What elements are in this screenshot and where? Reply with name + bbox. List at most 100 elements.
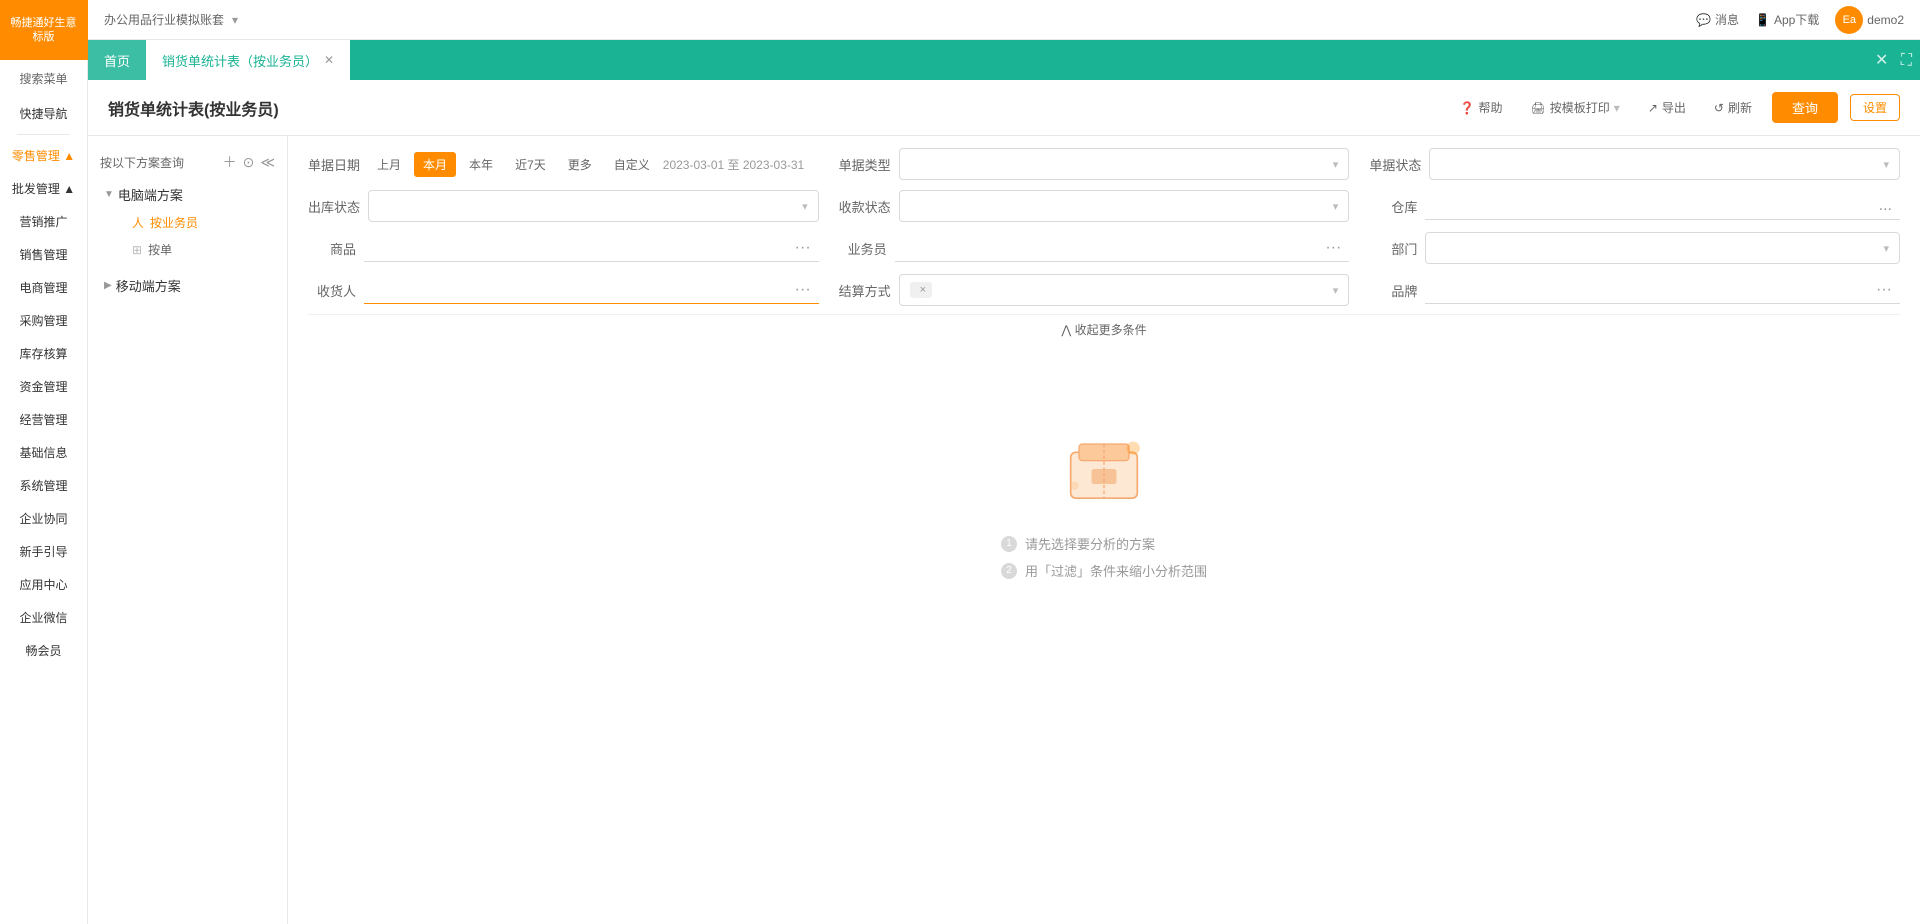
tab-maximize-btn[interactable]: ✕ ⛶ xyxy=(1875,50,1912,70)
warehouse-input[interactable] xyxy=(1433,198,1874,213)
tree-item-by-order[interactable]: ⊞ 按单 xyxy=(124,236,279,263)
content-layout: 按以下方案查询 ＋ ⊙ ≪ ▼ 电脑端方案 人 按业 xyxy=(88,136,1920,924)
tip-num-1: 1 xyxy=(1001,536,1017,552)
sidebar-search[interactable]: 按业务员 搜索菜单 xyxy=(0,60,87,97)
filter-paymentstatus-cell: 收款状态 ▾ xyxy=(839,190,1370,222)
warehouse-ellipsis-icon[interactable]: ... xyxy=(1879,197,1892,215)
collapse-panel-icon[interactable]: ≪ xyxy=(260,154,275,171)
page-actions: ❓ 帮助 🖨 按模板打印 ▾ ↗ 导出 ↺ 刷新 查询 设置 xyxy=(1452,92,1900,123)
add-scheme-icon[interactable]: ＋ xyxy=(223,152,237,172)
sidebar-item-retail[interactable]: 零售管理 ▲ xyxy=(0,139,87,172)
outstatus-chevron: ▾ xyxy=(802,200,808,213)
date-btn-this-year[interactable]: 本年 xyxy=(460,152,502,177)
empty-tip-2: 2 用「过滤」条件来缩小分析范围 xyxy=(1001,561,1207,580)
goods-input[interactable] xyxy=(372,240,791,255)
sidebar-item-appstore[interactable]: 应用中心 xyxy=(0,568,87,601)
collapse-bar[interactable]: ⋀ 收起更多条件 xyxy=(308,314,1900,344)
date-btn-last-month[interactable]: 上月 xyxy=(368,152,410,177)
industry-label: 办公用品行业模拟账套 xyxy=(104,11,224,28)
sidebar-item-finance[interactable]: 资金管理 xyxy=(0,370,87,403)
settings-button[interactable]: 设置 xyxy=(1850,94,1900,121)
date-range-display: 2023-03-01 至 2023-03-31 xyxy=(663,156,804,173)
sidebar-item-enterprise[interactable]: 企业协同 xyxy=(0,502,87,535)
department-chevron: ▾ xyxy=(1883,242,1889,255)
settlement-tag: × xyxy=(910,282,932,298)
tree-desktop-section[interactable]: ▼ 电脑端方案 xyxy=(96,180,279,209)
outstatus-select[interactable]: ▾ xyxy=(368,190,819,222)
doctype-chevron: ▾ xyxy=(1333,158,1339,171)
tab-home-label: 首页 xyxy=(104,51,130,70)
warehouse-label: 仓库 xyxy=(1369,197,1425,216)
sidebar-item-quicknav[interactable]: 快捷导航 xyxy=(0,97,87,130)
department-label: 部门 xyxy=(1369,239,1425,258)
tree-arrow-icon: ▼ xyxy=(104,189,114,200)
print-btn[interactable]: 🖨 按模板打印 ▾ xyxy=(1523,95,1628,120)
user-avatar: Ea xyxy=(1835,6,1863,34)
department-select[interactable]: ▾ xyxy=(1425,232,1900,264)
export-icon: ↗ xyxy=(1648,101,1658,115)
filter-salesperson-cell: 业务员 ··· xyxy=(839,232,1370,264)
messages-btn[interactable]: 💬 消息 xyxy=(1696,11,1739,28)
left-panel-icons: ＋ ⊙ ≪ xyxy=(223,152,275,172)
date-btn-custom[interactable]: 自定义 xyxy=(605,152,659,177)
sidebar-item-newbie[interactable]: 新手引导 xyxy=(0,535,87,568)
consignee-input[interactable] xyxy=(372,282,791,297)
sidebar-item-wholesale[interactable]: 批发管理 ▲ xyxy=(0,172,87,205)
sidebar-item-marketing[interactable]: 营销推广 xyxy=(0,205,87,238)
salesperson-input[interactable] xyxy=(903,240,1322,255)
refresh-btn[interactable]: ↺ 刷新 xyxy=(1706,95,1760,120)
sidebar-item-inventory[interactable]: 库存核算 xyxy=(0,337,87,370)
help-btn[interactable]: ❓ 帮助 xyxy=(1452,95,1511,120)
tab-sales-stat[interactable]: 销货单统计表（按业务员） ✕ xyxy=(146,40,350,80)
consignee-input-wrap: ··· xyxy=(364,277,819,304)
date-label: 单据日期 xyxy=(308,155,368,174)
sidebar-item-basic[interactable]: 基础信息 xyxy=(0,436,87,469)
sidebar-item-wechat[interactable]: 企业微信 xyxy=(0,601,87,634)
tip-num-2: 2 xyxy=(1001,563,1017,579)
docstatus-select[interactable]: ▾ xyxy=(1429,148,1900,180)
doctype-select[interactable]: ▾ xyxy=(899,148,1350,180)
sidebar-item-member[interactable]: 畅会员 xyxy=(0,634,87,667)
goods-ellipsis-icon[interactable]: ··· xyxy=(795,239,811,257)
sidebar-item-purchase[interactable]: 采购管理 xyxy=(0,304,87,337)
filter-settlement-cell: 结算方式 × ▾ xyxy=(839,274,1370,306)
app-download-btn[interactable]: 📱 App下载 xyxy=(1755,11,1819,28)
paymentstatus-label: 收款状态 xyxy=(839,197,899,216)
tab-close-icon[interactable]: ✕ xyxy=(324,53,334,67)
sidebar-item-sales[interactable]: 销售管理 xyxy=(0,238,87,271)
query-button[interactable]: 查询 xyxy=(1772,92,1838,123)
salesperson-ellipsis-icon[interactable]: ··· xyxy=(1325,239,1341,257)
docstatus-label: 单据状态 xyxy=(1369,155,1429,174)
settlement-tag-close[interactable]: × xyxy=(920,284,926,296)
date-btn-this-month[interactable]: 本月 xyxy=(414,152,456,177)
date-btn-7days[interactable]: 近7天 xyxy=(506,152,555,177)
brand-ellipsis-icon[interactable]: ··· xyxy=(1876,281,1892,299)
salesperson-input-wrap: ··· xyxy=(895,235,1350,262)
sidebar-item-operations[interactable]: 经营管理 xyxy=(0,403,87,436)
settlement-select[interactable]: × ▾ xyxy=(899,274,1350,306)
edit-scheme-icon[interactable]: ⊙ xyxy=(243,154,255,171)
filter-docstatus-cell: 单据状态 ▾ xyxy=(1369,148,1900,180)
industry-dropdown-icon[interactable]: ▾ xyxy=(232,13,238,27)
maximize-icon[interactable]: ⛶ xyxy=(1901,52,1912,69)
user-menu[interactable]: Ea demo2 xyxy=(1835,6,1904,34)
date-btn-more[interactable]: 更多 xyxy=(559,152,601,177)
consignee-ellipsis-icon[interactable]: ··· xyxy=(795,281,811,299)
tree-mobile-label: 移动端方案 xyxy=(116,276,181,295)
export-btn[interactable]: ↗ 导出 xyxy=(1640,95,1694,120)
sidebar-item-ecommerce[interactable]: 电商管理 xyxy=(0,271,87,304)
tree-mobile-section[interactable]: ▶ 移动端方案 xyxy=(96,271,279,300)
paymentstatus-select[interactable]: ▾ xyxy=(899,190,1350,222)
close-window-icon[interactable]: ✕ xyxy=(1875,52,1888,69)
tree-item-by-salesperson[interactable]: 人 按业务员 xyxy=(124,209,279,236)
tab-home[interactable]: 首页 xyxy=(88,40,146,80)
filter-row-4: 收货人 ··· 结算方式 × xyxy=(308,274,1900,306)
doctype-label: 单据类型 xyxy=(839,155,899,174)
page-title: 销货单统计表(按业务员) xyxy=(108,96,279,120)
brand-input[interactable] xyxy=(1433,282,1872,297)
empty-state-icon xyxy=(1054,424,1154,514)
right-panel: 单据日期 上月 本月 本年 近7天 更多 自定义 2023-03-01 至 20… xyxy=(288,136,1920,924)
sidebar-item-system[interactable]: 系统管理 xyxy=(0,469,87,502)
filter-section: 单据日期 上月 本月 本年 近7天 更多 自定义 2023-03-01 至 20… xyxy=(288,136,1920,344)
settlement-label: 结算方式 xyxy=(839,281,899,300)
